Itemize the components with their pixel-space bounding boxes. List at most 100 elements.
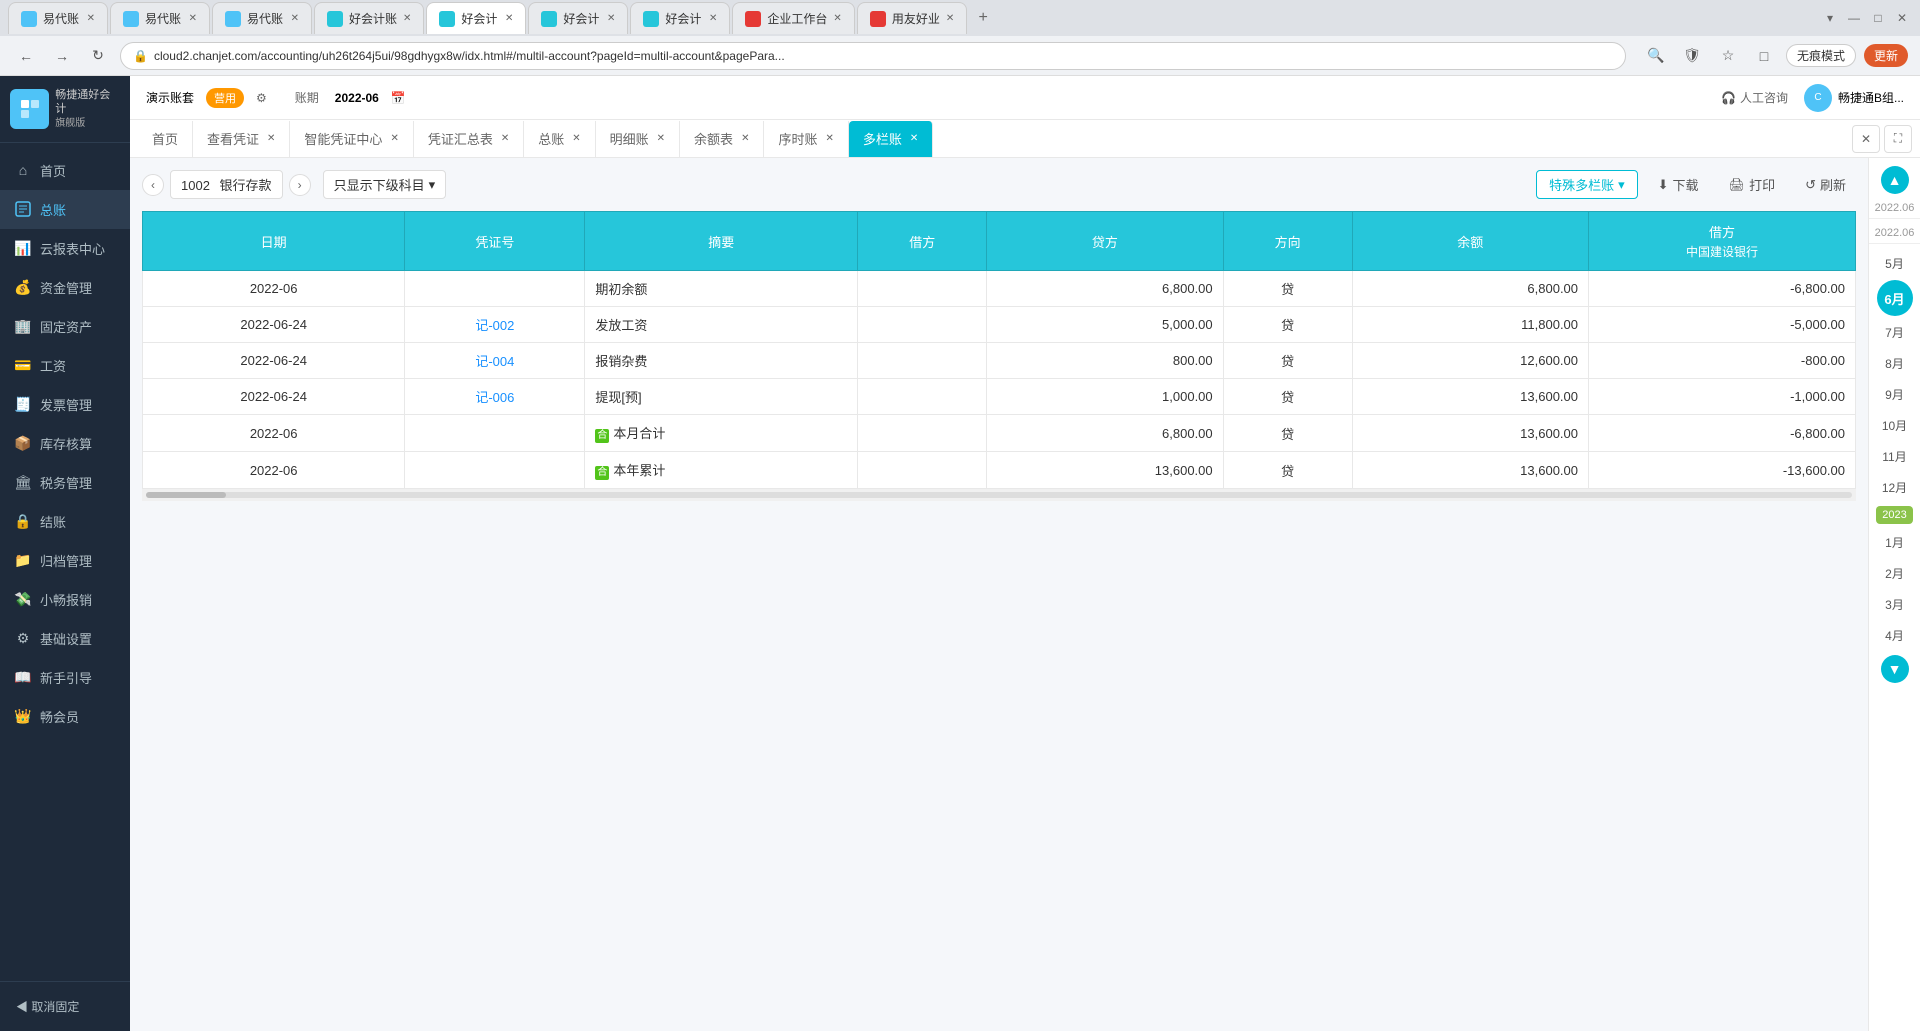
new-tab-button[interactable]: + [969, 4, 997, 32]
close-panel-icon[interactable]: ✕ [1852, 125, 1880, 153]
sidebar-item-guide[interactable]: 📖 新手引导 [0, 658, 130, 697]
sidebar-item-invoice[interactable]: 🧾 发票管理 [0, 385, 130, 424]
tab-5[interactable]: 好会计 ✕ [426, 2, 526, 34]
page-tab-voucher[interactable]: 查看凭证 ✕ [193, 121, 290, 157]
sidebar-item-funds[interactable]: 💰 资金管理 [0, 268, 130, 307]
date-nav-year-2023[interactable]: 2023 [1876, 506, 1912, 524]
sidebar-item-settings[interactable]: ⚙ 基础设置 [0, 619, 130, 658]
tab-4[interactable]: 好会计账 ✕ [314, 2, 424, 34]
prev-account-button[interactable]: ‹ [142, 174, 164, 196]
tab-close-4[interactable]: ✕ [403, 13, 411, 24]
print-button[interactable]: 🖨 打印 [1719, 171, 1786, 198]
sidebar-item-archive[interactable]: 📁 归档管理 [0, 541, 130, 580]
sidebar-item-member[interactable]: 👑 畅会员 [0, 697, 130, 736]
page-tab-detail-close[interactable]: ✕ [657, 133, 665, 144]
next-account-button[interactable]: › [289, 174, 311, 196]
scrollbar-thumb[interactable] [146, 492, 226, 498]
tab-8[interactable]: 企业工作台 ✕ [732, 2, 854, 34]
tab-close-6[interactable]: ✕ [607, 13, 615, 24]
cell-voucher[interactable] [405, 452, 585, 489]
tab-6[interactable]: 好会计 ✕ [528, 2, 628, 34]
tab-close-3[interactable]: ✕ [291, 13, 299, 24]
page-tab-summary-close[interactable]: ✕ [501, 133, 509, 144]
tab-close-8[interactable]: ✕ [833, 13, 841, 24]
cell-voucher[interactable] [405, 415, 585, 452]
update-button[interactable]: 更新 [1864, 44, 1908, 67]
no-trace-button[interactable]: 无痕模式 [1786, 44, 1856, 67]
refresh-button[interactable]: ↺ 刷新 [1795, 171, 1856, 198]
page-tab-sequence[interactable]: 序时账 ✕ [764, 121, 848, 157]
browser-panel-icon[interactable]: □ [1750, 42, 1778, 70]
tab-3[interactable]: 易代账 ✕ [212, 2, 312, 34]
sidebar-item-home[interactable]: ⌂ 首页 [0, 151, 130, 190]
page-tab-detail[interactable]: 明细账 ✕ [596, 121, 680, 157]
sidebar-item-expense[interactable]: 💸 小畅报销 [0, 580, 130, 619]
sidebar-item-inventory[interactable]: 📦 库存核算 [0, 424, 130, 463]
tab-7[interactable]: 好会计 ✕ [630, 2, 730, 34]
maximize-button[interactable]: □ [1868, 8, 1888, 28]
page-tab-summary[interactable]: 凭证汇总表 ✕ [414, 121, 524, 157]
star-icon[interactable]: ☆ [1714, 42, 1742, 70]
search-icon[interactable]: 🔍 [1642, 42, 1670, 70]
sidebar-item-ledger[interactable]: 总账 [0, 190, 130, 229]
date-nav-scroll-down[interactable]: ▼ [1881, 655, 1909, 683]
url-bar[interactable]: 🔒 cloud2.chanjet.com/accounting/uh26t264… [120, 42, 1626, 70]
filter-select[interactable]: 只显示下级科目 ▾ [323, 170, 447, 199]
tab-close-7[interactable]: ✕ [709, 13, 717, 24]
sidebar-item-assets[interactable]: 🏢 固定资产 [0, 307, 130, 346]
settings-gear-icon[interactable]: ⚙ [256, 91, 267, 105]
download-button[interactable]: ⬇ 下载 [1648, 171, 1709, 198]
date-nav-oct[interactable]: 10月 [1873, 411, 1917, 440]
date-nav-nov[interactable]: 11月 [1873, 442, 1917, 471]
tab-9[interactable]: 用友好业 ✕ [857, 2, 967, 34]
sidebar-item-salary[interactable]: 💳 工资 [0, 346, 130, 385]
sidebar-item-close[interactable]: 🔒 结账 [0, 502, 130, 541]
date-nav-jan[interactable]: 1月 [1873, 528, 1917, 557]
page-tab-general-close[interactable]: ✕ [572, 133, 580, 144]
reload-button[interactable]: ↻ [84, 42, 112, 70]
cell-voucher[interactable] [405, 271, 585, 307]
page-tab-home[interactable]: 首页 [138, 121, 193, 157]
user-info[interactable]: C 畅捷通B组... [1804, 84, 1904, 112]
date-nav-dec[interactable]: 12月 [1873, 473, 1917, 502]
close-window-button[interactable]: ✕ [1892, 8, 1912, 28]
unpin-button[interactable]: ◀ 取消固定 [10, 992, 120, 1021]
date-nav-scroll-up[interactable]: ▲ [1881, 166, 1909, 194]
cell-voucher[interactable]: 记-004 [405, 343, 585, 379]
tab-list-icon[interactable]: ▾ [1820, 8, 1840, 28]
page-tab-balance[interactable]: 余额表 ✕ [680, 121, 764, 157]
tab-1[interactable]: 易代账 ✕ [8, 2, 108, 34]
shield-icon[interactable]: 🛡 [1678, 42, 1706, 70]
date-nav-sep[interactable]: 9月 [1873, 380, 1917, 409]
date-nav-feb[interactable]: 2月 [1873, 559, 1917, 588]
page-tab-voucher-close[interactable]: ✕ [267, 133, 275, 144]
page-tab-smart-close[interactable]: ✕ [390, 133, 398, 144]
special-multi-ledger-button[interactable]: 特殊多栏账 ▾ [1536, 170, 1638, 199]
page-tab-multi-close[interactable]: ✕ [910, 133, 918, 144]
page-tab-smart[interactable]: 智能凭证中心 ✕ [290, 121, 413, 157]
page-tab-balance-close[interactable]: ✕ [741, 133, 749, 144]
tab-close-9[interactable]: ✕ [946, 13, 954, 24]
date-nav-may[interactable]: 5月 [1873, 249, 1917, 278]
calendar-icon[interactable]: 📅 [391, 91, 406, 105]
minimize-button[interactable]: — [1844, 8, 1864, 28]
cell-voucher[interactable]: 记-006 [405, 379, 585, 415]
date-nav-apr[interactable]: 4月 [1873, 621, 1917, 650]
tab-close-1[interactable]: ✕ [87, 13, 95, 24]
expand-icon[interactable]: ⛶ [1884, 125, 1912, 153]
page-tab-sequence-close[interactable]: ✕ [825, 133, 833, 144]
date-nav-aug[interactable]: 8月 [1873, 349, 1917, 378]
sidebar-item-reports[interactable]: 📊 云报表中心 [0, 229, 130, 268]
tab-close-2[interactable]: ✕ [189, 13, 197, 24]
back-button[interactable]: ← [12, 42, 40, 70]
cell-voucher[interactable]: 记-002 [405, 307, 585, 343]
date-nav-mar[interactable]: 3月 [1873, 590, 1917, 619]
tab-2[interactable]: 易代账 ✕ [110, 2, 210, 34]
page-tab-general[interactable]: 总账 ✕ [524, 121, 595, 157]
demo-badge[interactable]: 营用 [206, 88, 244, 108]
page-tab-multi[interactable]: 多栏账 ✕ [849, 121, 933, 157]
sidebar-item-tax[interactable]: 🏛 税务管理 [0, 463, 130, 502]
date-nav-june[interactable]: 6月 [1877, 280, 1913, 316]
tab-close-5[interactable]: ✕ [505, 13, 513, 24]
forward-button[interactable]: → [48, 42, 76, 70]
